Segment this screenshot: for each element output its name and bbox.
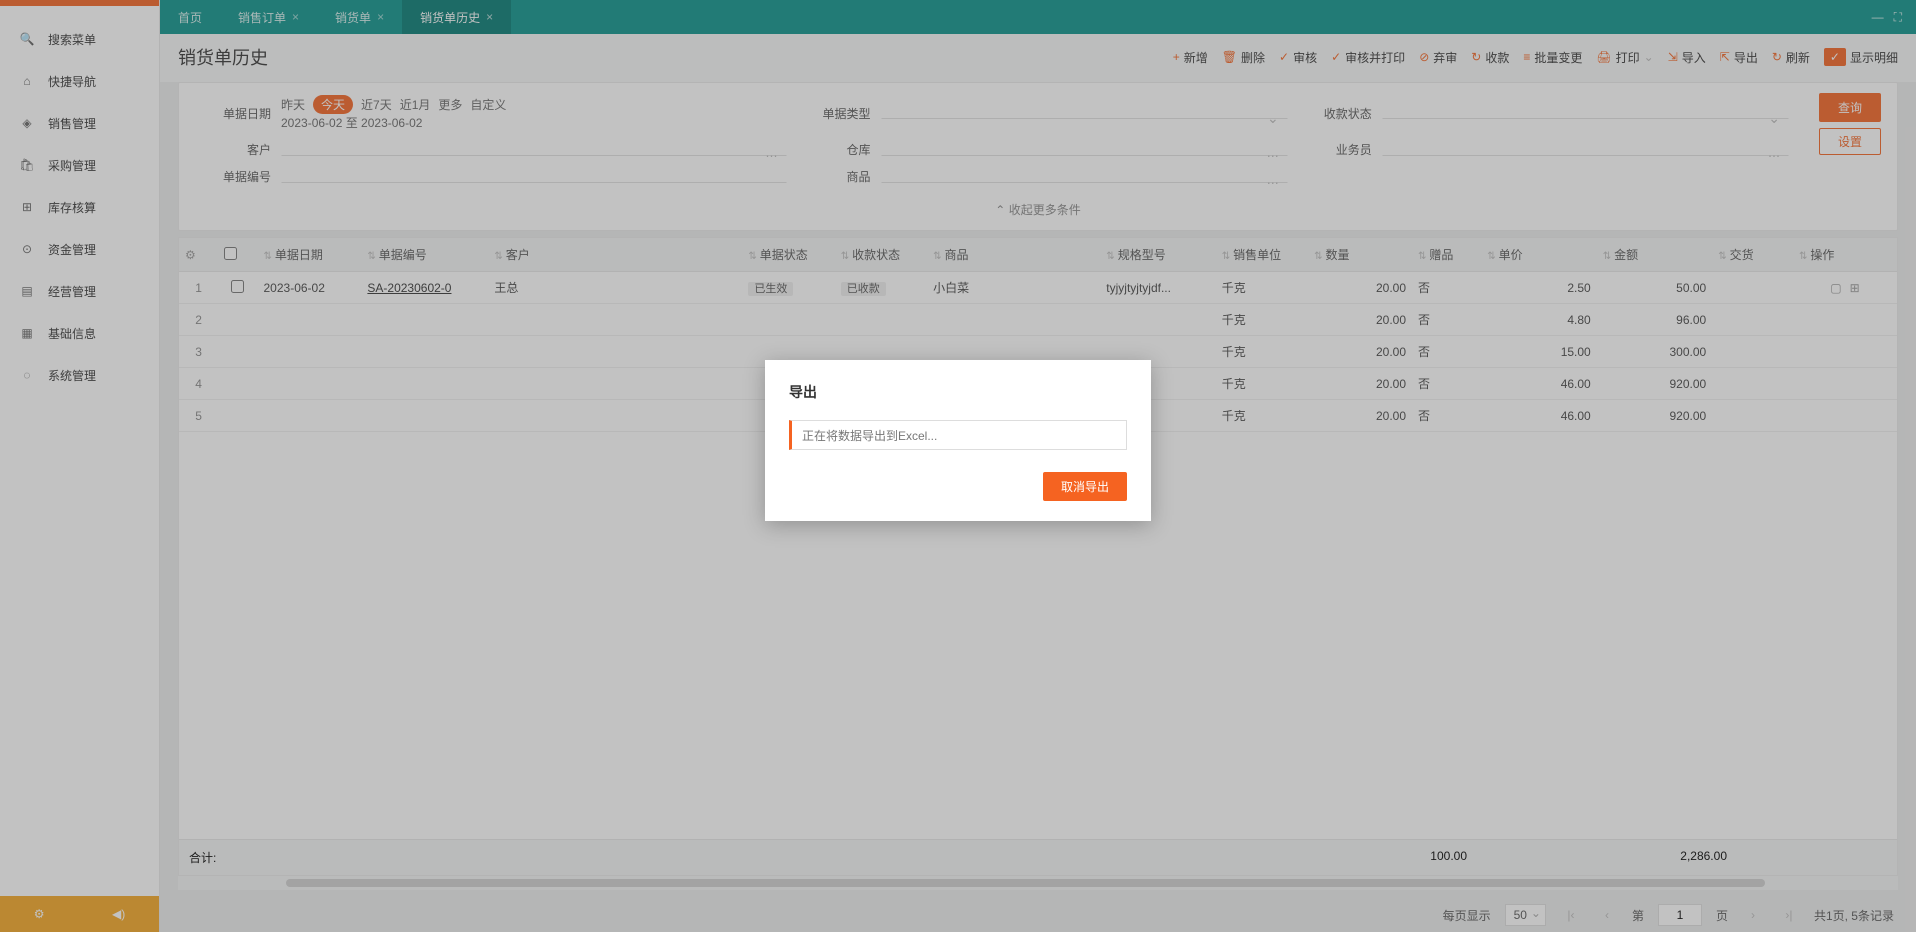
modal-overlay: 导出 取消导出 (0, 0, 1916, 932)
export-status-input (789, 420, 1127, 450)
cancel-export-button[interactable]: 取消导出 (1043, 472, 1127, 501)
export-modal: 导出 取消导出 (765, 360, 1151, 521)
modal-title: 导出 (789, 382, 1127, 402)
